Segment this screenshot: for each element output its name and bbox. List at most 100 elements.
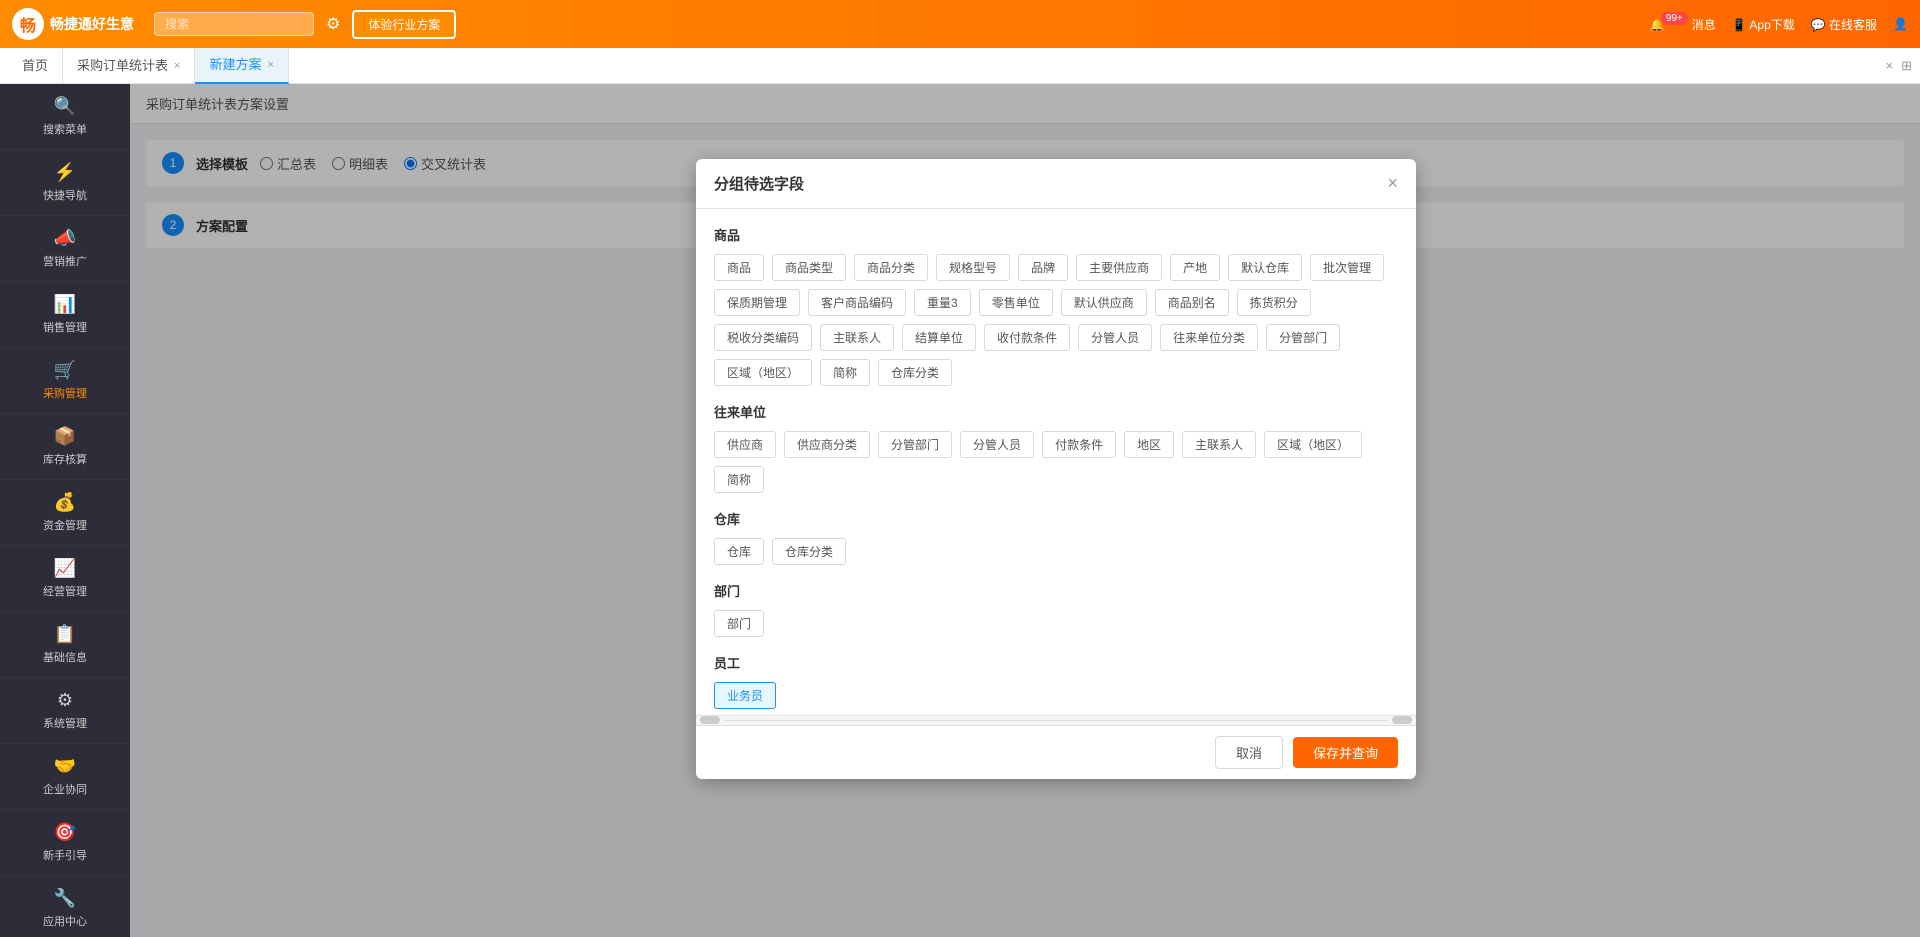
field-tag-default-supplier[interactable]: 默认供应商 (1061, 289, 1147, 316)
field-tag-supplier-category[interactable]: 供应商分类 (784, 431, 870, 458)
field-group-employee: 员工 业务员 (714, 653, 1398, 709)
field-group-product-title: 商品 (714, 225, 1398, 244)
field-tag-region-partner[interactable]: 地区 (1124, 431, 1174, 458)
field-tag-supplier[interactable]: 供应商 (714, 431, 776, 458)
field-tag-manage-dept[interactable]: 分管部门 (1266, 324, 1340, 351)
sidebar-item-apps[interactable]: 🔧 应用中心 (0, 876, 130, 937)
field-tag-weight3[interactable]: 重量3 (914, 289, 971, 316)
field-tag-shelf-life[interactable]: 保质期管理 (714, 289, 800, 316)
guide-icon: 🎯 (54, 822, 76, 843)
notification-item[interactable]: 🔔99+消息 (1650, 16, 1716, 33)
sidebar-item-search-label: 搜索菜单 (43, 121, 87, 137)
field-tag-dept[interactable]: 部门 (714, 610, 764, 637)
field-tag-staff-partner[interactable]: 分管人员 (960, 431, 1034, 458)
field-tag-spec-model[interactable]: 规格型号 (936, 254, 1010, 281)
modal-scroll-bottom[interactable] (696, 715, 1416, 724)
field-tag-retail-unit[interactable]: 零售单位 (979, 289, 1053, 316)
sidebar-item-guide-label: 新手引导 (43, 847, 87, 863)
avatar[interactable]: 👤 (1893, 17, 1908, 31)
modal-body: 商品 商品 商品类型 商品分类 规格型号 品牌 主要供应商 产地 默认仓库 批次… (696, 209, 1416, 716)
sidebar-item-marketing-label: 营销推广 (43, 253, 87, 269)
tab-purchase-close-icon[interactable]: × (174, 48, 180, 84)
tab-purchase-stats[interactable]: 采购订单统计表 × (63, 48, 195, 84)
sidebar-item-inventory-label: 库存核算 (43, 451, 87, 467)
sidebar-item-marketing[interactable]: 📣 营销推广 (0, 216, 130, 282)
apps-icon: 🔧 (54, 888, 76, 909)
field-tag-main-supplier[interactable]: 主要供应商 (1076, 254, 1162, 281)
inventory-icon: 📦 (54, 426, 76, 447)
tab-expand-icon[interactable]: ⊞ (1901, 58, 1912, 74)
field-tag-salesperson[interactable]: 业务员 (714, 682, 776, 709)
tab-home[interactable]: 首页 (8, 48, 63, 84)
field-tag-partner-category[interactable]: 往来单位分类 (1160, 324, 1258, 351)
field-tag-product[interactable]: 商品 (714, 254, 764, 281)
tab-new-scheme[interactable]: 新建方案 × (195, 48, 288, 84)
sidebar-item-collab[interactable]: 🤝 企业协同 (0, 744, 130, 810)
sidebar-item-search[interactable]: 🔍 搜索菜单 (0, 84, 130, 150)
tab-close-all-icon[interactable]: × (1886, 58, 1894, 73)
collab-icon: 🤝 (54, 756, 76, 777)
field-tag-customer-code[interactable]: 客户商品编码 (808, 289, 906, 316)
basic-info-icon: 📋 (54, 624, 76, 645)
field-tag-payment-partner[interactable]: 付款条件 (1042, 431, 1116, 458)
marketing-icon: 📣 (54, 228, 76, 249)
app-download-link[interactable]: 📱 App下载 (1732, 16, 1795, 33)
field-group-product: 商品 商品 商品类型 商品分类 规格型号 品牌 主要供应商 产地 默认仓库 批次… (714, 225, 1398, 386)
field-tag-warehouse[interactable]: 仓库 (714, 538, 764, 565)
sidebar-item-quick-nav-label: 快捷导航 (43, 187, 87, 203)
sidebar-item-guide[interactable]: 🎯 新手引导 (0, 810, 130, 876)
field-tag-manager-staff[interactable]: 分管人员 (1078, 324, 1152, 351)
tab-purchase-stats-label: 采购订单统计表 (77, 48, 168, 84)
sidebar-item-sales[interactable]: 📊 销售管理 (0, 282, 130, 348)
field-tag-brand[interactable]: 品牌 (1018, 254, 1068, 281)
field-tag-main-contact[interactable]: 主联系人 (820, 324, 894, 351)
field-tags-employee: 业务员 (714, 682, 1398, 709)
gear-button[interactable]: ⚙ (322, 10, 344, 38)
field-tag-pick-points[interactable]: 拣货积分 (1237, 289, 1311, 316)
sidebar-item-basic-info-label: 基础信息 (43, 649, 87, 665)
field-tag-region-product[interactable]: 区域（地区） (714, 359, 812, 386)
logo-area: 畅 畅捷通好生意 (12, 8, 134, 40)
field-tag-warehouse-cat[interactable]: 仓库分类 (772, 538, 846, 565)
system-icon: ⚙ (57, 690, 73, 711)
sidebar-item-operation[interactable]: 📈 经营管理 (0, 546, 130, 612)
sidebar-item-purchase[interactable]: 🛒 采购管理 (0, 348, 130, 414)
sidebar-item-quick-nav[interactable]: ⚡ 快捷导航 (0, 150, 130, 216)
field-tag-payment-terms[interactable]: 收付款条件 (984, 324, 1070, 351)
field-tag-product-category[interactable]: 商品分类 (854, 254, 928, 281)
field-tag-warehouse-category[interactable]: 仓库分类 (878, 359, 952, 386)
sidebar-item-finance[interactable]: 💰 资金管理 (0, 480, 130, 546)
field-tag-origin[interactable]: 产地 (1170, 254, 1220, 281)
tab-bar-right: × ⊞ (1886, 58, 1913, 74)
field-group-dept: 部门 部门 (714, 581, 1398, 637)
modal-footer: 取消 保存并查询 (696, 725, 1416, 779)
field-tag-abbr-product[interactable]: 简称 (820, 359, 870, 386)
tab-bar: 首页 采购订单统计表 × 新建方案 × × ⊞ (0, 48, 1920, 84)
operation-icon: 📈 (54, 558, 76, 579)
field-tag-contact-partner[interactable]: 主联系人 (1182, 431, 1256, 458)
sidebar-item-operation-label: 经营管理 (43, 583, 87, 599)
trial-button[interactable]: 体验行业方案 (352, 10, 456, 39)
tab-new-scheme-close-icon[interactable]: × (267, 47, 273, 83)
field-tag-product-alias[interactable]: 商品别名 (1155, 289, 1229, 316)
field-tag-product-type[interactable]: 商品类型 (772, 254, 846, 281)
sidebar-item-basic-info[interactable]: 📋 基础信息 (0, 612, 130, 678)
sales-icon: 📊 (54, 294, 76, 315)
cancel-button[interactable]: 取消 (1215, 736, 1283, 769)
field-tag-batch-mgmt[interactable]: 批次管理 (1310, 254, 1384, 281)
quick-nav-icon: ⚡ (54, 162, 76, 183)
field-tag-dept-partner[interactable]: 分管部门 (878, 431, 952, 458)
field-tag-default-warehouse[interactable]: 默认仓库 (1228, 254, 1302, 281)
search-input[interactable] (154, 12, 314, 36)
field-tag-abbr-partner[interactable]: 简称 (714, 466, 764, 493)
online-service-link[interactable]: 💬 在线客服 (1811, 16, 1877, 33)
field-tag-area-partner[interactable]: 区域（地区） (1264, 431, 1362, 458)
modal-close-button[interactable]: × (1387, 173, 1398, 194)
purchase-icon: 🛒 (54, 360, 76, 381)
sidebar-item-system[interactable]: ⚙ 系统管理 (0, 678, 130, 744)
sidebar-item-purchase-label: 采购管理 (43, 385, 87, 401)
field-tag-tax-code[interactable]: 税收分类编码 (714, 324, 812, 351)
field-tag-settle-unit[interactable]: 结算单位 (902, 324, 976, 351)
confirm-button[interactable]: 保存并查询 (1293, 737, 1398, 768)
sidebar-item-inventory[interactable]: 📦 库存核算 (0, 414, 130, 480)
